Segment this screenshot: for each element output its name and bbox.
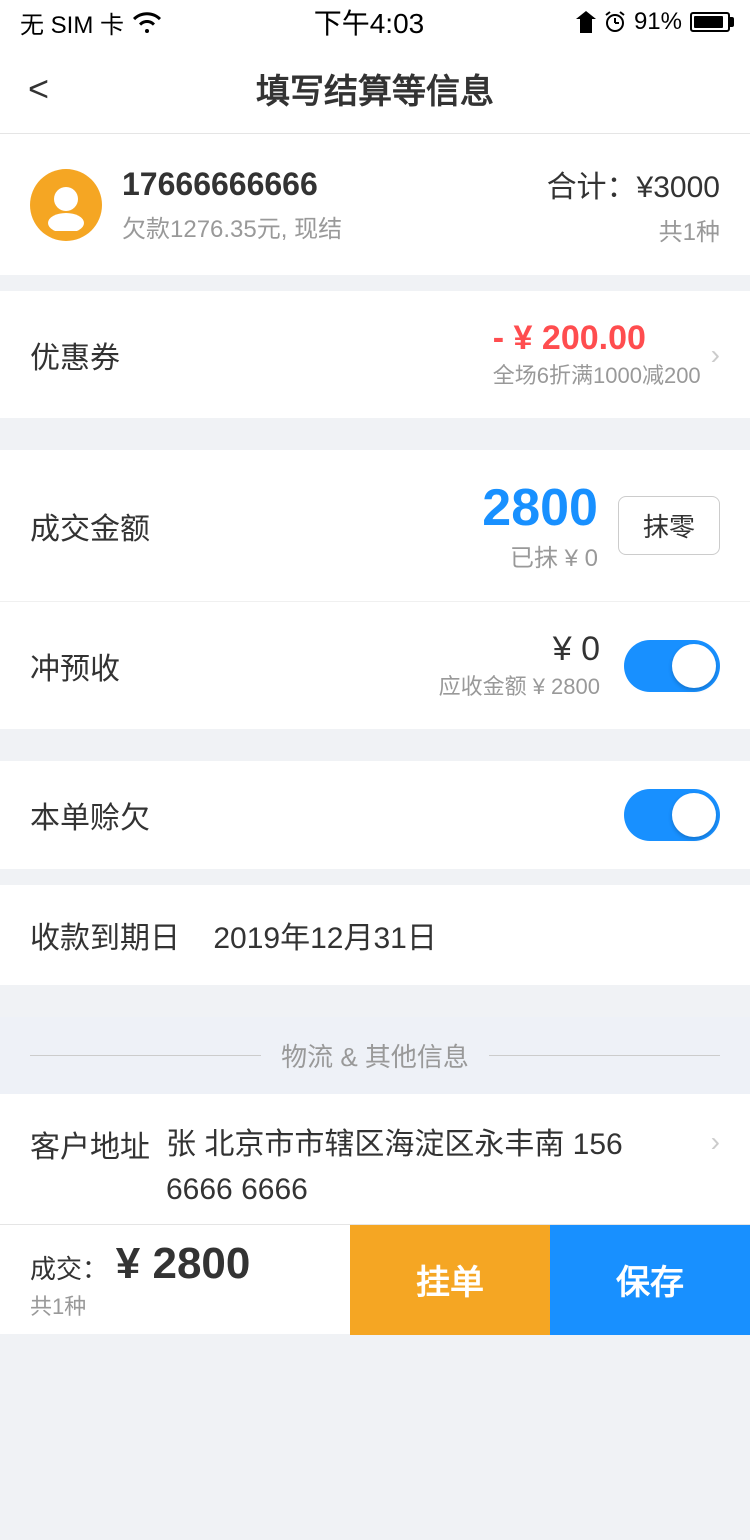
- avatar-person-icon: [40, 179, 92, 231]
- logistics-line-right: [489, 1055, 720, 1056]
- logistics-header: 物流 & 其他信息: [0, 1017, 750, 1094]
- coupon-amount: - ¥ 200.00: [493, 319, 701, 358]
- coupon-value-block: - ¥ 200.00 全场6折满1000减200: [493, 319, 701, 390]
- coupon-label: 优惠券: [30, 333, 120, 377]
- round-zero-button[interactable]: 抹零: [618, 496, 720, 555]
- total-count: 共1种: [547, 212, 720, 247]
- save-button[interactable]: 保存: [550, 1225, 750, 1335]
- status-bar: 无 SIM 卡 下午4:03 91%: [0, 0, 750, 44]
- due-date-value: 2019年12月31日: [213, 922, 436, 955]
- section-divider-2: [0, 745, 750, 761]
- section-divider-3: [0, 1001, 750, 1017]
- status-bar-left: 无 SIM 卡: [20, 5, 162, 40]
- sheqian-row: 本单赊欠: [0, 761, 750, 869]
- deal-amount-block: 2800 已抹 ¥ 0: [482, 478, 598, 573]
- user-left: 17666666666 欠款1276.35元, 现结: [30, 166, 342, 244]
- bottom-bar: 成交： ¥ 2800 共1种 挂单 保存: [0, 1224, 750, 1334]
- battery-icon: [690, 12, 730, 32]
- coupon-chevron-icon: ›: [711, 339, 720, 371]
- sheqian-toggle-thumb: [672, 793, 716, 837]
- deal-amount-sub: 已抹 ¥ 0: [482, 538, 598, 573]
- wifi-icon: [132, 11, 162, 33]
- alarm-icon: [604, 11, 626, 33]
- total-amount: 合计：¥3000: [547, 162, 720, 206]
- chong-right: ¥ 0 应收金额 ¥ 2800: [439, 630, 720, 701]
- sheqian-label: 本单赊欠: [30, 793, 150, 837]
- battery-pct: 91%: [634, 8, 682, 36]
- coupon-row[interactable]: 优惠券 - ¥ 200.00 全场6折满1000减200 ›: [0, 291, 750, 418]
- coupon-right: - ¥ 200.00 全场6折满1000减200 ›: [493, 319, 720, 390]
- avatar: [30, 169, 102, 241]
- address-value: 张 北京市市辖区海淀区永丰南 156 6666 6666: [150, 1122, 711, 1212]
- user-info: 17666666666 欠款1276.35元, 现结: [122, 166, 342, 244]
- chong-label: 冲预收: [30, 644, 120, 688]
- bottom-deal-amount: ¥ 2800: [116, 1239, 251, 1288]
- due-date-label-part: 收款到期日: [30, 922, 180, 955]
- deal-amount-label: 成交金额: [30, 504, 150, 548]
- chong-main-amount: ¥ 0: [439, 630, 600, 669]
- deal-amount-right: 2800 已抹 ¥ 0 抹零: [482, 478, 720, 573]
- user-phone: 17666666666: [122, 166, 342, 203]
- address-label: 客户地址: [30, 1122, 150, 1166]
- chong-sub-amount: 应收金额 ¥ 2800: [439, 669, 600, 701]
- toggle-thumb: [672, 644, 716, 688]
- bottom-deal-label: 成交：: [30, 1254, 108, 1284]
- section-divider-1: [0, 434, 750, 450]
- due-date-row: 收款到期日 2019年12月31日: [0, 885, 750, 985]
- logistics-section-label: 物流 & 其他信息: [281, 1037, 469, 1074]
- user-card: 17666666666 欠款1276.35元, 现结 合计：¥3000 共1种: [0, 134, 750, 275]
- coupon-desc: 全场6折满1000减200: [493, 358, 701, 390]
- page-title: 填写结算等信息: [256, 64, 494, 113]
- time-display: 下午4:03: [314, 2, 425, 42]
- address-chevron-icon: ›: [711, 1126, 720, 1158]
- logistics-line-left: [30, 1055, 261, 1056]
- chong-amounts: ¥ 0 应收金额 ¥ 2800: [439, 630, 600, 701]
- address-row[interactable]: 客户地址 张 北京市市辖区海淀区永丰南 156 6666 6666 ›: [0, 1094, 750, 1240]
- bottom-count: 共1种: [30, 1289, 320, 1321]
- nav-bar: < 填写结算等信息: [0, 44, 750, 134]
- deal-amount-row: 成交金额 2800 已抹 ¥ 0 抹零: [0, 450, 750, 602]
- deal-section: 成交金额 2800 已抹 ¥ 0 抹零 冲预收 ¥ 0 应收金额 ¥ 2800: [0, 450, 750, 729]
- hang-button[interactable]: 挂单: [350, 1225, 550, 1335]
- chong-toggle[interactable]: [624, 640, 720, 692]
- carrier-text: 无 SIM 卡: [20, 5, 124, 40]
- due-date-text: 收款到期日 2019年12月31日: [30, 922, 437, 955]
- status-bar-right: 91%: [576, 8, 730, 36]
- user-right: 合计：¥3000 共1种: [547, 162, 720, 247]
- sheqian-toggle[interactable]: [624, 789, 720, 841]
- bottom-deal-row: 成交： ¥ 2800: [30, 1239, 320, 1289]
- chong-yushou-row: 冲预收 ¥ 0 应收金额 ¥ 2800: [0, 602, 750, 729]
- back-button[interactable]: <: [28, 68, 49, 110]
- location-icon: [576, 11, 596, 33]
- deal-amount-value: 2800: [482, 478, 598, 538]
- user-sub-text: 欠款1276.35元, 现结: [122, 209, 342, 244]
- bottom-left: 成交： ¥ 2800 共1种: [0, 1239, 350, 1321]
